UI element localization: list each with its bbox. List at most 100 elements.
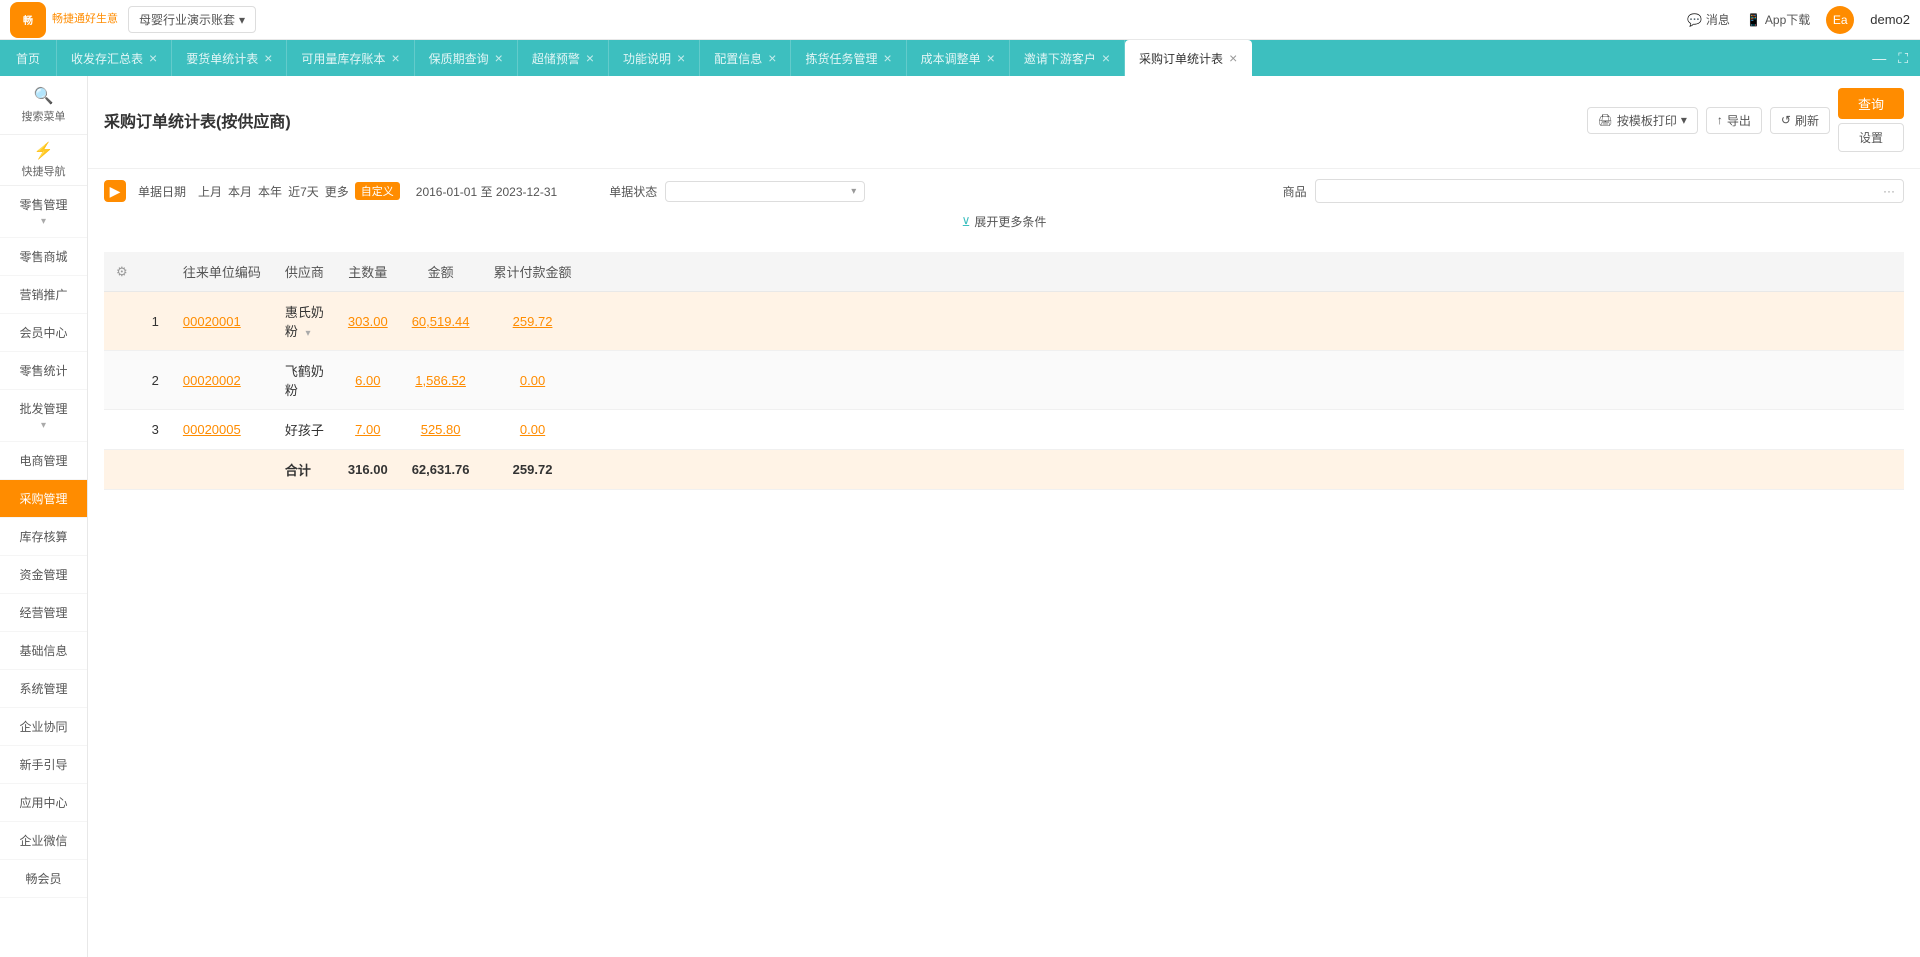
sidebar-item-apps[interactable]: 应用中心 (0, 784, 87, 822)
workspace-selector[interactable]: 母婴行业演示账套 ▾ (128, 6, 256, 33)
row-paid: 259.72 (482, 292, 584, 351)
search-button[interactable]: 查询 (1838, 88, 1904, 119)
tab-close-icon[interactable]: × (883, 51, 891, 65)
filter-toggle-button[interactable]: ▶ (104, 180, 126, 202)
th-amount: 金额 (400, 252, 482, 292)
app-download-button[interactable]: 📱 App下载 (1746, 11, 1810, 28)
refresh-button[interactable]: ↺ 刷新 (1770, 107, 1830, 134)
date-filter-label: 单据日期 (138, 183, 186, 200)
avatar[interactable]: Ea (1826, 6, 1854, 34)
search-icon: 🔍 (6, 86, 81, 106)
date-shortcuts: 上月 本月 本年 近7天 更多 自定义 (198, 182, 400, 200)
date-last-7days[interactable]: 近7天 (288, 183, 319, 200)
sidebar-item-member2[interactable]: 畅会员 (0, 860, 87, 898)
export-button[interactable]: ↑ 导出 (1706, 107, 1762, 134)
sidebar: 🔍 搜索菜单 ⚡ 快捷导航 零售管理 ▾ 零售商城 营销推广 会员中心 零售统计… (0, 76, 88, 957)
th-code: 往来单位编码 (171, 252, 273, 292)
tab-close-icon[interactable]: × (149, 51, 157, 65)
sidebar-item-retail-mall[interactable]: 零售商城 (0, 238, 87, 276)
tab-paihuorenwu[interactable]: 拣货任务管理 × (791, 40, 906, 76)
table-row: 3 00020005 好孩子 7.00 525.80 0.00 (104, 410, 1904, 450)
footer-label: 合计 (273, 450, 336, 490)
ops-label: 经营管理 (19, 604, 67, 621)
sidebar-item-wholesale[interactable]: 批发管理 ▾ (0, 390, 87, 442)
tab-close-icon[interactable]: × (677, 51, 685, 65)
goods-input[interactable]: ··· (1315, 179, 1904, 203)
tab-close-icon[interactable]: × (495, 51, 503, 65)
status-select[interactable]: ▾ (665, 181, 865, 202)
sidebar-item-ops[interactable]: 经营管理 (0, 594, 87, 632)
tab-close-icon[interactable]: × (987, 51, 995, 65)
sidebar-quick-nav[interactable]: ⚡ 快捷导航 (0, 135, 87, 186)
tab-close-icon[interactable]: × (1102, 51, 1110, 65)
row-code: 00020002 (171, 351, 273, 410)
top-bar-right: 💬 消息 📱 App下载 Ea demo2 (1687, 6, 1910, 34)
sidebar-item-basic[interactable]: 基础信息 (0, 632, 87, 670)
column-settings-icon[interactable]: ⚙ (116, 264, 128, 279)
tab-maximize-icon[interactable]: ⛶ (1894, 48, 1912, 69)
sidebar-search[interactable]: 🔍 搜索菜单 (0, 76, 87, 135)
chevron-down-icon: ▾ (1681, 113, 1687, 127)
tab-label: 成本调整单 (921, 50, 981, 67)
member2-label: 畅会员 (25, 870, 61, 887)
sidebar-item-newbie[interactable]: 新手引导 (0, 746, 87, 784)
enterprise-label: 企业协同 (19, 718, 67, 735)
sidebar-item-system[interactable]: 系统管理 (0, 670, 87, 708)
tab-label: 保质期查询 (429, 50, 489, 67)
sidebar-item-inventory[interactable]: 库存核算 (0, 518, 87, 556)
date-range: 2016-01-01 至 2023-12-31 (416, 183, 557, 200)
tab-keyongliangkucun[interactable]: 可用量库存账本 × (287, 40, 414, 76)
tab-close-icon[interactable]: × (264, 51, 272, 65)
tab-peizhi[interactable]: 配置信息 × (700, 40, 791, 76)
date-last-month[interactable]: 上月 (198, 183, 222, 200)
tab-caigoudingdan[interactable]: 采购订单统计表 × (1125, 40, 1252, 76)
tab-minimize-icon[interactable]: — (1868, 48, 1890, 68)
tab-chaochu[interactable]: 超储预警 × (518, 40, 609, 76)
template-print-button[interactable]: 🖨 按模板打印 ▾ (1587, 107, 1698, 134)
more-icon: ··· (1883, 184, 1895, 198)
code-link[interactable]: 00020002 (183, 373, 241, 388)
username-label: demo2 (1870, 12, 1910, 27)
code-link[interactable]: 00020001 (183, 314, 241, 329)
sidebar-item-purchase[interactable]: 采购管理 (0, 480, 87, 518)
sidebar-item-marketing[interactable]: 营销推广 (0, 276, 87, 314)
date-this-year[interactable]: 本年 (258, 183, 282, 200)
sidebar-item-retail-stats[interactable]: 零售统计 (0, 352, 87, 390)
export-icon: ↑ (1717, 113, 1723, 127)
row-code: 00020005 (171, 410, 273, 450)
sidebar-item-retail[interactable]: 零售管理 ▾ (0, 186, 87, 238)
sidebar-item-enterprise[interactable]: 企业协同 (0, 708, 87, 746)
row-amount: 1,586.52 (400, 351, 482, 410)
date-this-month[interactable]: 本月 (228, 183, 252, 200)
tab-close-icon[interactable]: × (1229, 51, 1237, 65)
code-link[interactable]: 00020005 (183, 422, 241, 437)
tab-home[interactable]: 首页 (0, 40, 57, 76)
tab-baozhi[interactable]: 保质期查询 × (415, 40, 518, 76)
tab-close-icon[interactable]: × (768, 51, 776, 65)
tab-yaoqingxiayou[interactable]: 邀请下游客户 × (1010, 40, 1125, 76)
print-icon: 🖨 (1598, 113, 1613, 127)
purchase-label: 采购管理 (19, 490, 67, 507)
app-logo: 畅 (10, 2, 46, 38)
th-settings: ⚙ (104, 252, 140, 292)
sidebar-item-members[interactable]: 会员中心 (0, 314, 87, 352)
chevron-down-icon: ▾ (41, 216, 46, 227)
tab-chengbentiaoshu[interactable]: 成本调整单 × (907, 40, 1010, 76)
footer-paid: 259.72 (482, 450, 584, 490)
tab-gongnengshuo[interactable]: 功能说明 × (609, 40, 700, 76)
tab-yaohuodantongji[interactable]: 要货单统计表 × (172, 40, 287, 76)
settings-button[interactable]: 设置 (1838, 123, 1904, 152)
top-bar: 畅 畅捷通好生意 母婴行业演示账套 ▾ 💬 消息 📱 App下载 Ea demo… (0, 0, 1920, 40)
expand-more-button[interactable]: ⊻ 展开更多条件 (958, 209, 1051, 234)
tab-shoufahuihui[interactable]: 收发存汇总表 × (57, 40, 172, 76)
wechat-label: 企业微信 (19, 832, 67, 849)
retail-label: 零售管理 (19, 196, 67, 213)
sidebar-item-finance[interactable]: 资金管理 (0, 556, 87, 594)
tab-close-icon[interactable]: × (391, 51, 399, 65)
date-more[interactable]: 更多 (325, 183, 349, 200)
sidebar-item-ecommerce[interactable]: 电商管理 (0, 442, 87, 480)
tab-close-icon[interactable]: × (586, 51, 594, 65)
date-custom-badge[interactable]: 自定义 (355, 182, 400, 200)
sidebar-item-wechat[interactable]: 企业微信 (0, 822, 87, 860)
message-button[interactable]: 💬 消息 (1687, 11, 1730, 28)
